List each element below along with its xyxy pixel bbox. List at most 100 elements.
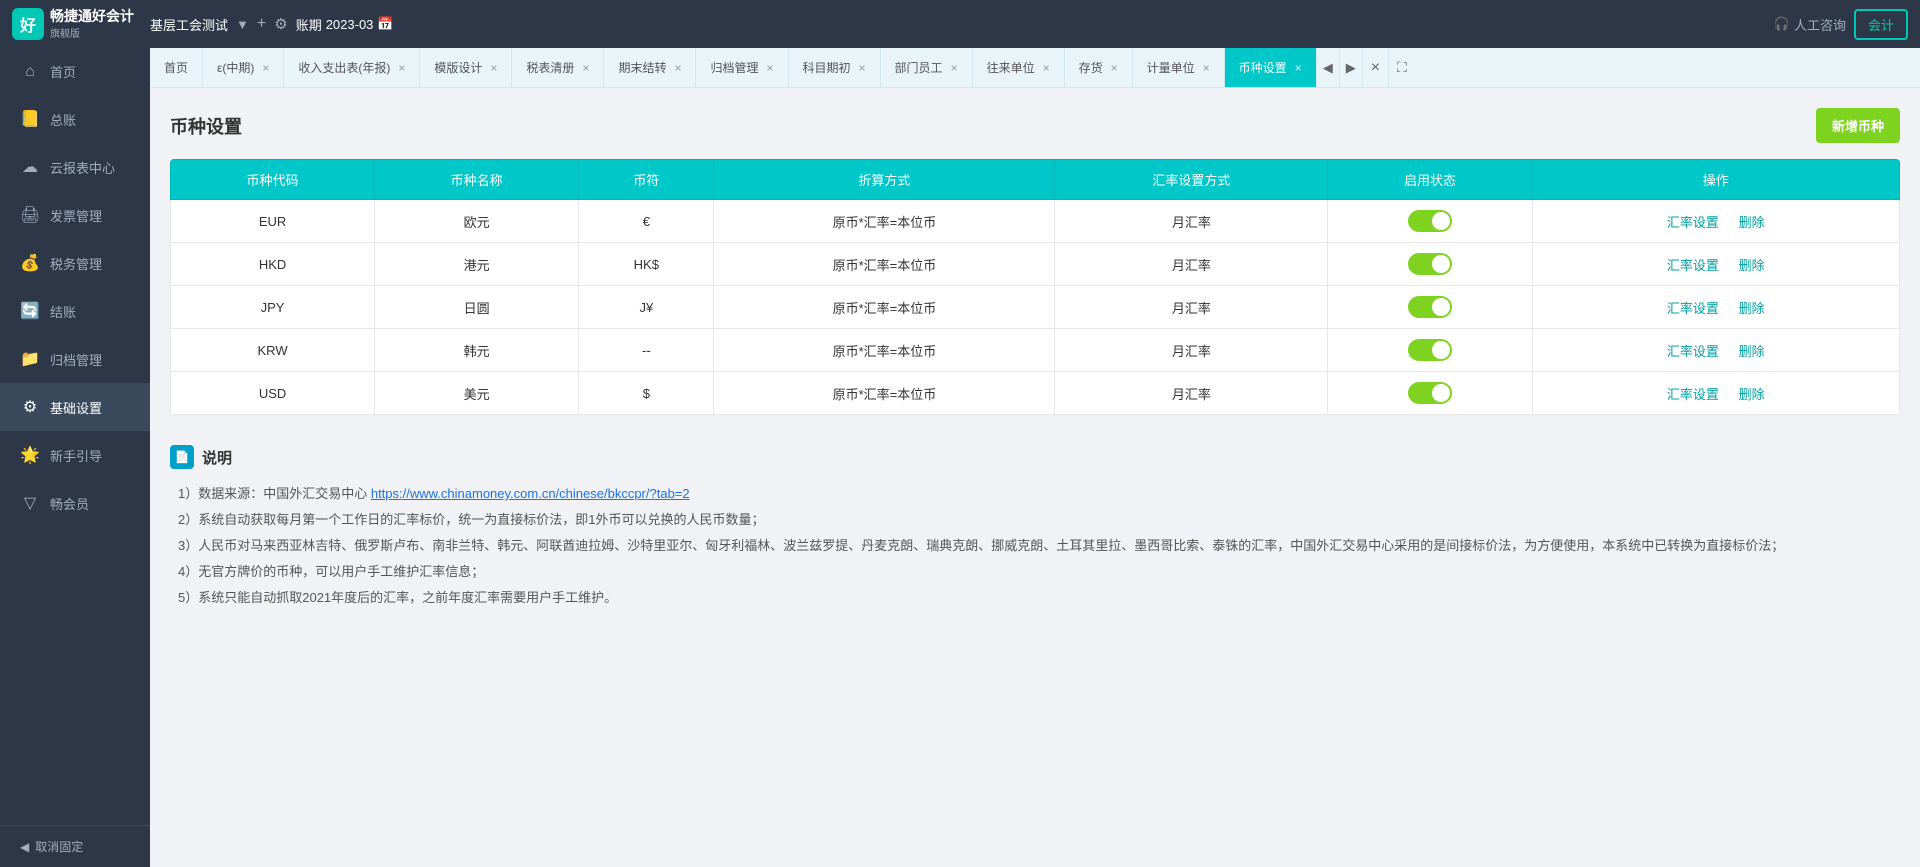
workspace-dropdown-icon[interactable]: ▼ [236,17,249,32]
tab-department-close[interactable]: × [951,61,958,75]
note-item-3: 3）人民币对马来西亚林吉特、俄罗斯卢布、南非兰特、韩元、阿联酋迪拉姆、沙特里亚尔… [178,533,1900,559]
sidebar-item-reports[interactable]: ☁ 云报表中心 [0,143,150,191]
tab-period-end-close[interactable]: × [674,61,681,75]
rate-setting-link-2[interactable]: 汇率设置 [1667,301,1719,316]
tab-period-close[interactable]: × [262,61,269,75]
delete-link-2[interactable]: 删除 [1739,301,1765,316]
rate-setting-link-4[interactable]: 汇率设置 [1667,387,1719,402]
tab-subjects-close[interactable]: × [859,61,866,75]
rate-setting-link-3[interactable]: 汇率设置 [1667,344,1719,359]
logo-text-block: 畅捷通好会计 旗舰版 [50,8,134,40]
cell-actions-4: 汇率设置 删除 [1532,372,1899,415]
calendar-icon[interactable]: 📅 [377,16,393,32]
tab-inventory[interactable]: 存货 × [1065,48,1133,88]
page-header: 币种设置 新增币种 [170,108,1900,143]
tab-units-close[interactable]: × [1203,61,1210,75]
sidebar-label-reports: 云报表中心 [50,158,115,177]
tab-department[interactable]: 部门员工 × [881,48,973,88]
sidebar-item-settings[interactable]: ⚙ 基础设置 [0,383,150,431]
period-info: 账期 2023-03 📅 [296,15,394,34]
tab-archive-close[interactable]: × [767,61,774,75]
sidebar-label-ledger: 总账 [50,110,76,129]
cell-code-1: HKD [171,243,375,286]
tab-period-label: ε(中期) [217,59,254,76]
member-icon: ▽ [20,493,40,513]
tab-template-close[interactable]: × [490,61,497,75]
toggle-0[interactable] [1408,210,1452,232]
sidebar-item-ledger[interactable]: 📒 总账 [0,95,150,143]
customer-service-button[interactable]: 🎧 人工咨询 [1774,15,1846,34]
sidebar-item-archive[interactable]: 📁 归档管理 [0,335,150,383]
toggle-4[interactable] [1408,382,1452,404]
tab-next-button[interactable]: ▶ [1340,48,1363,88]
table-row: KRW 韩元 -- 原币*汇率=本位币 月汇率 汇率设置 删除 [171,329,1900,372]
add-tab-button[interactable]: + [257,15,266,33]
delete-link-4[interactable]: 删除 [1739,387,1765,402]
cell-calc-2: 原币*汇率=本位币 [714,286,1055,329]
tab-income-close[interactable]: × [398,61,405,75]
tab-currency-close[interactable]: × [1295,61,1302,75]
tab-partners[interactable]: 往来单位 × [973,48,1065,88]
tab-department-label: 部门员工 [895,59,943,76]
tab-currency[interactable]: 币种设置 × [1225,48,1317,88]
rate-setting-link-1[interactable]: 汇率设置 [1667,258,1719,273]
toggle-1[interactable] [1408,253,1452,275]
toggle-2[interactable] [1408,296,1452,318]
tab-tax[interactable]: 税表清册 × [512,48,604,88]
tab-bar: 首页 ε(中期) × 收入支出表(年报) × 模版设计 × 税表清册 × 期末结… [150,48,1920,88]
page-content: 币种设置 新增币种 币种代码 币种名称 币符 折算方式 汇率设置方式 启用状态 … [150,88,1920,867]
rate-setting-link-0[interactable]: 汇率设置 [1667,215,1719,230]
tab-inventory-label: 存货 [1079,59,1103,76]
tab-maximize-button[interactable]: ⛶ [1389,48,1415,88]
delete-link-3[interactable]: 删除 [1739,344,1765,359]
tab-close-all-button[interactable]: × [1363,48,1389,88]
sidebar-label-settings: 基础设置 [50,398,102,417]
new-currency-button[interactable]: 新增币种 [1816,108,1900,143]
note-item-4: 4）无官方牌价的币种，可以用户手工维护汇率信息； [178,559,1900,585]
tab-inventory-close[interactable]: × [1111,61,1118,75]
headset-icon: 🎧 [1774,16,1790,32]
tab-prev-button[interactable]: ◀ [1317,48,1340,88]
cell-actions-3: 汇率设置 删除 [1532,329,1899,372]
toggle-3[interactable] [1408,339,1452,361]
cell-rate-type-3: 月汇率 [1055,329,1328,372]
sidebar-item-invoice[interactable]: 🖨 发票管理 [0,191,150,239]
tab-home[interactable]: 首页 [150,48,203,88]
sidebar-item-tax[interactable]: 💰 税务管理 [0,239,150,287]
tab-partners-close[interactable]: × [1043,61,1050,75]
sidebar-item-member[interactable]: ▽ 畅会员 [0,479,150,527]
chinamoney-link[interactable]: https://www.chinamoney.com.cn/chinese/bk… [371,486,690,501]
sidebar-item-settlement[interactable]: 🔄 结账 [0,287,150,335]
tab-units[interactable]: 计量单位 × [1133,48,1225,88]
cell-symbol-2: J¥ [579,286,714,329]
cell-status-4 [1328,372,1532,415]
table-row: HKD 港元 HK$ 原币*汇率=本位币 月汇率 汇率设置 删除 [171,243,1900,286]
tab-archive[interactable]: 归档管理 × [696,48,788,88]
cell-name-4: 美元 [375,372,579,415]
sidebar-label-guide: 新手引导 [50,446,102,465]
cell-status-2 [1328,286,1532,329]
delete-link-0[interactable]: 删除 [1739,215,1765,230]
sidebar-item-guide[interactable]: 🌟 新手引导 [0,431,150,479]
col-header-rate-type: 汇率设置方式 [1055,160,1328,200]
delete-link-1[interactable]: 删除 [1739,258,1765,273]
cell-code-3: KRW [171,329,375,372]
sidebar-label-member: 畅会员 [50,494,89,513]
tab-archive-label: 归档管理 [710,59,758,76]
sidebar-label-tax: 税务管理 [50,254,102,273]
account-button[interactable]: 会计 [1854,9,1908,40]
settings-icon[interactable]: ⚙ [274,15,287,33]
tab-period[interactable]: ε(中期) × [203,48,284,88]
tab-income[interactable]: 收入支出表(年报) × [284,48,420,88]
top-bar: 好 畅捷通好会计 旗舰版 基层工会测试 ▼ + ⚙ 账期 2023-03 📅 🎧… [0,0,1920,48]
tab-tax-close[interactable]: × [582,61,589,75]
tab-subjects[interactable]: 科目期初 × [789,48,881,88]
pin-toggle-button[interactable]: ◀ 取消固定 [0,825,150,867]
workspace-area: 基层工会测试 ▼ + ⚙ 账期 2023-03 📅 [150,15,1766,34]
sidebar-item-home[interactable]: ⌂ 首页 [0,48,150,95]
tab-template[interactable]: 模版设计 × [420,48,512,88]
customer-service-label: 人工咨询 [1794,15,1846,34]
note-item-1: 1）数据来源：中国外汇交易中心 https://www.chinamoney.c… [178,481,1900,507]
main-container: ⌂ 首页 📒 总账 ☁ 云报表中心 🖨 发票管理 💰 税务管理 🔄 结账 📁 归… [0,48,1920,867]
tab-period-end[interactable]: 期末结转 × [604,48,696,88]
